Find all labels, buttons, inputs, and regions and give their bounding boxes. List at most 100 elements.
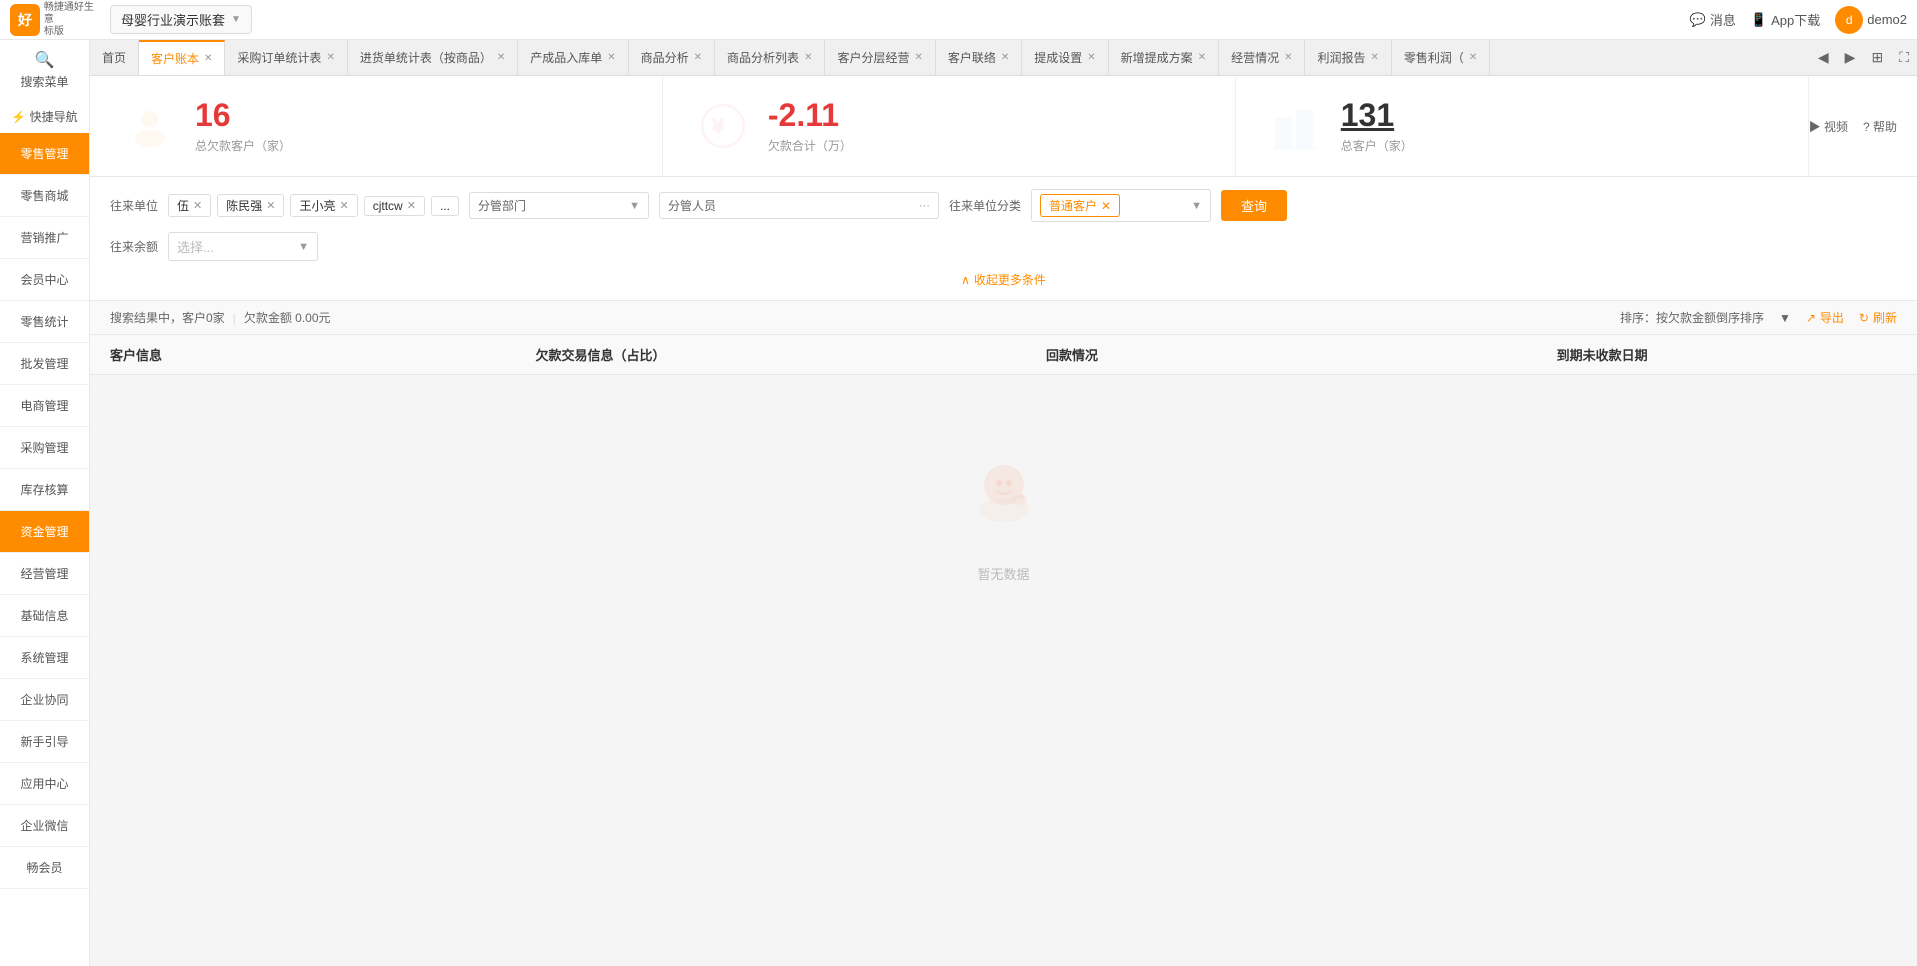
- tab-label-2: 采购订单统计表: [237, 49, 321, 66]
- remove-tag-1[interactable]: ✕: [266, 199, 275, 212]
- balance-select[interactable]: 选择... ▼: [168, 232, 318, 261]
- stat-value-customers: 16: [195, 99, 632, 131]
- sidebar-item-1[interactable]: 零售商城: [0, 175, 89, 217]
- sort-label: 排序：按欠款金额倒序排序: [1620, 309, 1764, 326]
- tab-3[interactable]: 进货单统计表（按商品） ✕: [348, 40, 518, 76]
- stat-card-total: 131 总客户（家）: [1236, 76, 1809, 176]
- video-button[interactable]: ▶ 视频: [1809, 118, 1848, 135]
- tab-fullscreen-button[interactable]: ⛶: [1891, 40, 1917, 76]
- tab-close-12[interactable]: ✕: [1371, 52, 1379, 63]
- remove-tag-3[interactable]: ✕: [407, 199, 416, 212]
- video-help-area: ▶ 视频 ? 帮助: [1809, 76, 1917, 176]
- sidebar-item-11[interactable]: 基础信息: [0, 595, 89, 637]
- sidebar-item-8[interactable]: 库存核算: [0, 469, 89, 511]
- tab-close-10[interactable]: ✕: [1198, 52, 1206, 63]
- tab-close-1[interactable]: ✕: [204, 53, 212, 64]
- category-filter-label: 往来单位分类: [949, 197, 1021, 214]
- tab-more-button[interactable]: ⊞: [1863, 40, 1891, 76]
- tab-9[interactable]: 提成设置✕: [1022, 40, 1108, 76]
- video-icon: ▶: [1809, 120, 1824, 134]
- tab-label-5: 商品分析: [641, 49, 689, 66]
- table-header: 客户信息 欠款交易信息（占比） 回款情况 到期未收款日期: [90, 335, 1917, 375]
- tab-0[interactable]: 首页: [90, 40, 139, 76]
- tab-2[interactable]: 采购订单统计表 ✕: [225, 40, 347, 76]
- remove-category-tag[interactable]: ✕: [1101, 199, 1111, 213]
- tab-label-7: 客户分层经营: [837, 49, 909, 66]
- tab-label-8: 客户联络: [948, 49, 996, 66]
- sidebar-item-6[interactable]: 电商管理: [0, 385, 89, 427]
- sidebar-item-0[interactable]: 零售管理: [0, 133, 89, 175]
- tab-4[interactable]: 产成品入库单✕: [518, 40, 628, 76]
- stat-label-debt: 欠款合计（万）: [768, 137, 1205, 154]
- sidebar-item-3[interactable]: 会员中心: [0, 259, 89, 301]
- message-icon: 💬: [1690, 12, 1706, 28]
- sidebar-item-17[interactable]: 畅会员: [0, 847, 89, 889]
- sidebar-item-13[interactable]: 企业协同: [0, 679, 89, 721]
- export-button[interactable]: ↗ 导出: [1806, 309, 1844, 326]
- sidebar-item-9[interactable]: 资金管理: [0, 511, 89, 553]
- quick-nav-item[interactable]: ⚡ 快捷导航: [0, 100, 89, 133]
- sidebar-item-14[interactable]: 新手引导: [0, 721, 89, 763]
- tab-close-4[interactable]: ✕: [607, 52, 615, 63]
- stat-value-debt: -2.11: [768, 99, 1205, 131]
- person-dropdown[interactable]: 分管人员 ···: [659, 192, 939, 219]
- tab-7[interactable]: 客户分层经营 ✕: [825, 40, 935, 76]
- export-icon: ↗: [1806, 311, 1816, 325]
- remove-tag-2[interactable]: ✕: [340, 199, 349, 212]
- stats-row: 16 总欠款客户（家） ¥ -2.11 欠: [90, 76, 1917, 177]
- query-button[interactable]: 查询: [1221, 190, 1287, 221]
- category-chevron-icon: ▼: [1191, 200, 1202, 212]
- unit-tag-more[interactable]: ...: [431, 196, 459, 216]
- stat-info-debt: -2.11 欠款合计（万）: [768, 99, 1205, 154]
- tab-close-3[interactable]: ✕: [497, 52, 505, 63]
- tab-8[interactable]: 客户联络 ✕: [936, 40, 1022, 76]
- tab-11[interactable]: 经营情况✕: [1219, 40, 1305, 76]
- dept-dropdown[interactable]: 分管部门 ▼: [469, 192, 649, 219]
- tab-close-13[interactable]: ✕: [1469, 52, 1477, 63]
- sidebar-item-4[interactable]: 零售统计: [0, 301, 89, 343]
- sidebar-item-16[interactable]: 企业微信: [0, 805, 89, 847]
- tab-next-button[interactable]: ▶: [1837, 40, 1864, 76]
- tab-close-2[interactable]: ✕: [326, 52, 334, 63]
- store-selector[interactable]: 母婴行业演示账套 ▼: [110, 5, 252, 34]
- unit-tag-1: 陈民强 ✕: [217, 194, 284, 217]
- sidebar-item-15[interactable]: 应用中心: [0, 763, 89, 805]
- logo-text: 畅捷通好生意 标版: [44, 2, 100, 38]
- refresh-button[interactable]: ↻ 刷新: [1859, 309, 1897, 326]
- search-menu-item[interactable]: 🔍 搜索菜单: [0, 40, 89, 100]
- tab-bar: 首页客户账本✕采购订单统计表✕进货单统计表（按商品）✕产成品入库单✕商品分析✕商…: [90, 40, 1917, 76]
- collapse-button[interactable]: ∧ 收起更多条件: [961, 271, 1046, 288]
- message-button[interactable]: 💬 消息: [1690, 10, 1736, 29]
- sidebar-item-2[interactable]: 营销推广: [0, 217, 89, 259]
- tab-close-5[interactable]: ✕: [694, 52, 702, 63]
- remove-tag-0[interactable]: ✕: [193, 199, 202, 212]
- tab-close-8[interactable]: ✕: [1001, 52, 1009, 63]
- stat-info-customers: 16 总欠款客户（家）: [195, 99, 632, 154]
- sidebar-item-7[interactable]: 采购管理: [0, 427, 89, 469]
- tab-13[interactable]: 零售利润（✕: [1392, 40, 1490, 76]
- tab-label-3: 进货单统计表（按商品）: [360, 49, 492, 66]
- category-tag: 普通客户 ✕: [1040, 194, 1120, 217]
- tab-close-7[interactable]: ✕: [914, 52, 922, 63]
- tab-5[interactable]: 商品分析 ✕: [629, 40, 715, 76]
- sidebar-item-12[interactable]: 系统管理: [0, 637, 89, 679]
- tab-1[interactable]: 客户账本✕: [139, 40, 225, 76]
- user-menu[interactable]: d demo2: [1835, 6, 1907, 34]
- app-download-button[interactable]: 📱 App下载: [1751, 10, 1820, 29]
- sidebar-item-5[interactable]: 批发管理: [0, 343, 89, 385]
- tab-close-11[interactable]: ✕: [1284, 52, 1292, 63]
- sidebar-item-10[interactable]: 经营管理: [0, 553, 89, 595]
- filter-row-1: 往来单位 伍 ✕ 陈民强 ✕ 王小亮: [110, 189, 1897, 222]
- stat-value-total: 131: [1341, 99, 1778, 131]
- tab-10[interactable]: 新增提成方案✕: [1109, 40, 1219, 76]
- empty-state: 暂无数据: [90, 375, 1917, 663]
- tab-close-9[interactable]: ✕: [1087, 52, 1095, 63]
- tab-12[interactable]: 利润报告 ✕: [1305, 40, 1391, 76]
- category-select[interactable]: 普通客户 ✕ ▼: [1031, 189, 1211, 222]
- tab-label-12: 利润报告: [1317, 49, 1365, 66]
- tab-close-6[interactable]: ✕: [804, 52, 812, 63]
- help-button[interactable]: ? 帮助: [1863, 118, 1897, 135]
- tab-6[interactable]: 商品分析列表✕: [715, 40, 825, 76]
- tab-prev-button[interactable]: ◀: [1810, 40, 1837, 76]
- stat-card-customers: 16 总欠款客户（家）: [90, 76, 663, 176]
